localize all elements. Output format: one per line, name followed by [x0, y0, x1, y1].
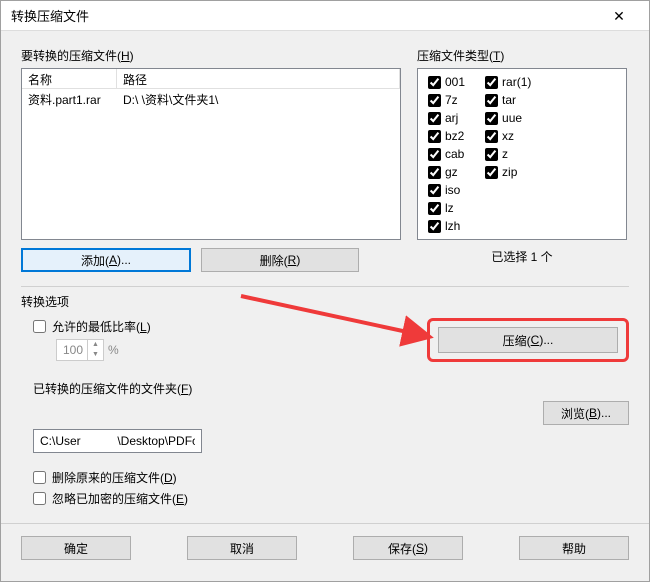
types-box: 001 7z arj bz2 cab gz iso lz lzh rar(1) tar uue xz z… — [417, 68, 627, 240]
filter-checkbox-001[interactable] — [428, 76, 441, 89]
filter-label: zip — [502, 165, 517, 179]
filter-item-001[interactable]: 001 — [428, 75, 465, 89]
compress-button[interactable]: 压缩(C)... — [438, 327, 618, 353]
files-listbox[interactable]: 名称 路径 资料.part1.rar D:\ \资料\文件夹1\ — [21, 68, 401, 240]
filter-checkbox-gz[interactable] — [428, 166, 441, 179]
filter-label: arj — [445, 111, 458, 125]
filter-checkbox-rar(1)[interactable] — [485, 76, 498, 89]
filter-item-rar(1)[interactable]: rar(1) — [485, 75, 531, 89]
compress-highlight: 压缩(C)... — [427, 318, 629, 362]
spinner-up-icon[interactable]: ▲ — [88, 340, 103, 350]
filter-checkbox-tar[interactable] — [485, 94, 498, 107]
filter-item-xz[interactable]: xz — [485, 129, 531, 143]
ok-button[interactable]: 确定 — [21, 536, 131, 560]
close-button[interactable]: ✕ — [599, 2, 639, 30]
filter-label: iso — [445, 183, 460, 197]
selected-count-label: 已选择 1 个 — [417, 248, 627, 265]
dialog-window: 转换压缩文件 ✕ 要转换的压缩文件(H) 名称 路径 资料.part1.rar … — [0, 0, 650, 582]
add-button[interactable]: 添加(A)... — [21, 248, 191, 272]
filter-checkbox-uue[interactable] — [485, 112, 498, 125]
filter-checkbox-iso[interactable] — [428, 184, 441, 197]
cancel-button[interactable]: 取消 — [187, 536, 297, 560]
ignore-encrypted-label: 忽略已加密的压缩文件(E) — [52, 490, 188, 507]
filter-label: xz — [502, 129, 514, 143]
filter-item-bz2[interactable]: bz2 — [428, 129, 465, 143]
file-name-cell: 资料.part1.rar — [22, 91, 117, 108]
filter-item-zip[interactable]: zip — [485, 165, 531, 179]
spinner-down-icon[interactable]: ▼ — [88, 350, 103, 360]
filter-item-cab[interactable]: cab — [428, 147, 465, 161]
delete-button[interactable]: 删除(R) — [201, 248, 359, 272]
col-name-header[interactable]: 名称 — [22, 69, 117, 89]
content-area: 要转换的压缩文件(H) 名称 路径 资料.part1.rar D:\ \资料\文… — [1, 31, 649, 523]
file-path-cell: D:\ \资料\文件夹1\ — [117, 91, 400, 108]
filter-checkbox-xz[interactable] — [485, 130, 498, 143]
filter-label: rar(1) — [502, 75, 531, 89]
allow-min-rate-checkbox[interactable] — [33, 320, 46, 333]
filter-checkbox-lz[interactable] — [428, 202, 441, 215]
filter-label: lzh — [445, 219, 460, 233]
filter-item-uue[interactable]: uue — [485, 111, 531, 125]
filter-label: cab — [445, 147, 464, 161]
window-title: 转换压缩文件 — [11, 6, 89, 25]
footer: 确定 取消 保存(S) 帮助 — [1, 523, 649, 572]
help-button[interactable]: 帮助 — [519, 536, 629, 560]
rate-input[interactable] — [57, 340, 87, 360]
rate-spinner[interactable]: ▲ ▼ — [56, 339, 104, 361]
filter-item-gz[interactable]: gz — [428, 165, 465, 179]
output-path-input[interactable] — [33, 429, 202, 453]
filter-item-lzh[interactable]: lzh — [428, 219, 465, 233]
allow-min-rate-label: 允许的最低比率(L) — [52, 318, 151, 335]
filter-checkbox-lzh[interactable] — [428, 220, 441, 233]
filter-checkbox-z[interactable] — [485, 148, 498, 161]
filter-label: z — [502, 147, 508, 161]
filter-label: lz — [445, 201, 454, 215]
filter-item-z[interactable]: z — [485, 147, 531, 161]
save-button[interactable]: 保存(S) — [353, 536, 463, 560]
filter-label: uue — [502, 111, 522, 125]
ignore-encrypted-checkbox[interactable] — [33, 492, 46, 505]
filter-item-arj[interactable]: arj — [428, 111, 465, 125]
filter-item-iso[interactable]: iso — [428, 183, 465, 197]
files-label: 要转换的压缩文件(H) — [21, 47, 401, 64]
filter-checkbox-zip[interactable] — [485, 166, 498, 179]
filter-checkbox-cab[interactable] — [428, 148, 441, 161]
filter-item-tar[interactable]: tar — [485, 93, 531, 107]
filter-checkbox-7z[interactable] — [428, 94, 441, 107]
filter-label: tar — [502, 93, 516, 107]
list-item[interactable]: 资料.part1.rar D:\ \资料\文件夹1\ — [22, 89, 400, 110]
types-label: 压缩文件类型(T) — [417, 47, 627, 64]
delete-original-label: 删除原来的压缩文件(D) — [52, 469, 177, 486]
types-col1: 001 7z arj bz2 cab gz iso lz lzh — [428, 75, 465, 233]
col-path-header[interactable]: 路径 — [117, 69, 400, 89]
filter-checkbox-bz2[interactable] — [428, 130, 441, 143]
filter-label: 7z — [445, 93, 458, 107]
options-label: 转换选项 — [21, 293, 629, 310]
browse-button[interactable]: 浏览(B)... — [543, 401, 629, 425]
filter-item-7z[interactable]: 7z — [428, 93, 465, 107]
filter-checkbox-arj[interactable] — [428, 112, 441, 125]
list-header: 名称 路径 — [22, 69, 400, 89]
converted-folder-label: 已转换的压缩文件的文件夹(F) — [33, 380, 629, 397]
filter-item-lz[interactable]: lz — [428, 201, 465, 215]
filter-label: bz2 — [445, 129, 464, 143]
percent-label: % — [108, 343, 119, 357]
filter-label: gz — [445, 165, 458, 179]
delete-original-checkbox[interactable] — [33, 471, 46, 484]
filter-label: 001 — [445, 75, 465, 89]
titlebar: 转换压缩文件 ✕ — [1, 1, 649, 31]
types-col2: rar(1) tar uue xz z zip — [485, 75, 531, 233]
